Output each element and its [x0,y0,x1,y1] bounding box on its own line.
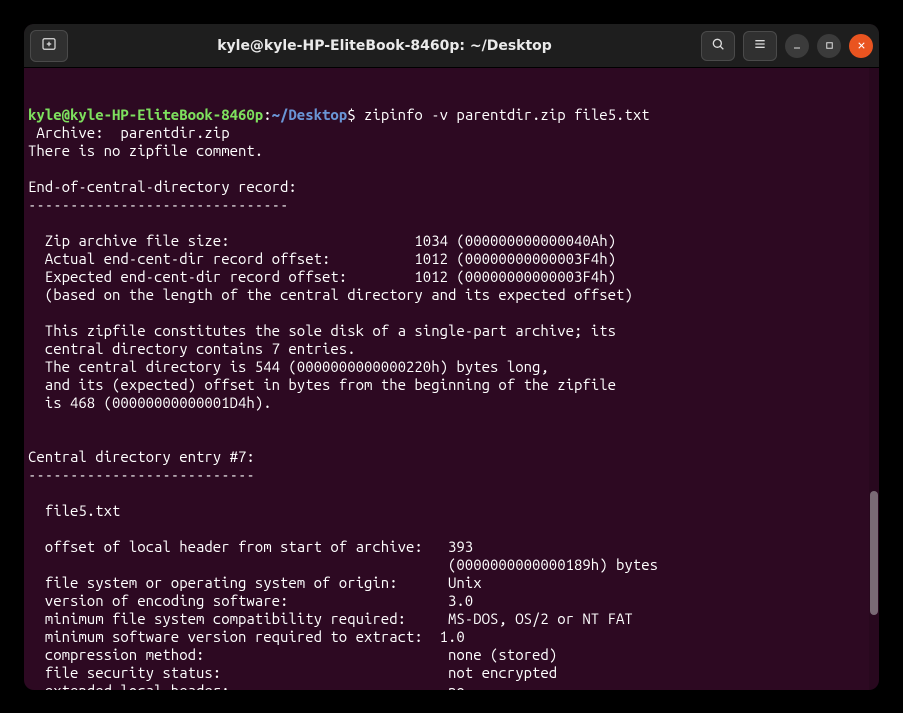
output-line [28,484,875,502]
output-line: Expected end-cent-dir record offset: 101… [28,268,875,286]
command-text: zipinfo -v parentdir.zip file5.txt [356,106,650,123]
menu-button[interactable] [743,31,777,61]
titlebar-left [30,30,68,62]
output-line [28,520,875,538]
search-icon [710,36,726,56]
close-button[interactable] [849,34,873,58]
search-button[interactable] [701,31,735,61]
maximize-icon [824,36,835,55]
terminal-viewport[interactable]: kyle@kyle-HP-EliteBook-8460p:~/Desktop$ … [24,68,879,690]
output-line: Actual end-cent-dir record offset: 1012 … [28,250,875,268]
output-line: central directory contains 7 entries. [28,340,875,358]
prompt-user-host: kyle@kyle-HP-EliteBook-8460p [28,106,263,123]
terminal-content: kyle@kyle-HP-EliteBook-8460p:~/Desktop$ … [28,106,875,690]
output-line: version of encoding software: 3.0 [28,592,875,610]
hamburger-icon [752,36,768,56]
close-icon [856,36,867,55]
output-line: minimum file system compatibility requir… [28,610,875,628]
minimize-icon [791,36,803,55]
output-line: --------------------------- [28,466,875,484]
output-line: file5.txt [28,502,875,520]
output-line: This zipfile constitutes the sole disk o… [28,322,875,340]
output-line [28,304,875,322]
output-line: is 468 (00000000000001D4h). [28,394,875,412]
output-line: compression method: none (stored) [28,646,875,664]
output-line: file system or operating system of origi… [28,574,875,592]
titlebar-right [701,31,873,61]
prompt-colon: : [263,106,271,123]
output-line [28,412,875,430]
output-line: End-of-central-directory record: [28,178,875,196]
minimize-button[interactable] [785,34,809,58]
output-line: Central directory entry #7: [28,448,875,466]
output-line: offset of local header from start of arc… [28,538,875,556]
output-line: Zip archive file size: 1034 (00000000000… [28,232,875,250]
output-line [28,430,875,448]
titlebar: kyle@kyle-HP-EliteBook-8460p: ~/Desktop [24,24,879,68]
output-line: Archive: parentdir.zip [28,124,875,142]
output-line [28,214,875,232]
output-line: and its (expected) offset in bytes from … [28,376,875,394]
maximize-button[interactable] [817,34,841,58]
scrollbar-track[interactable] [869,68,879,690]
output-line: ------------------------------- [28,196,875,214]
terminal-window: kyle@kyle-HP-EliteBook-8460p: ~/Desktop [24,24,879,690]
prompt-dollar: $ [347,106,355,123]
new-tab-button[interactable] [30,30,68,62]
scrollbar-thumb[interactable] [870,491,878,615]
output-line: (0000000000000189h) bytes [28,556,875,574]
output-line [28,160,875,178]
output-line: minimum software version required to ext… [28,628,875,646]
window-title: kyle@kyle-HP-EliteBook-8460p: ~/Desktop [68,38,701,54]
prompt-path: ~/Desktop [272,106,348,123]
output-line: There is no zipfile comment. [28,142,875,160]
output-line: extended local header: no [28,682,875,690]
prompt-line: kyle@kyle-HP-EliteBook-8460p:~/Desktop$ … [28,106,875,124]
output-line: (based on the length of the central dire… [28,286,875,304]
new-tab-icon [40,35,58,57]
output-line: The central directory is 544 (0000000000… [28,358,875,376]
output-line: file security status: not encrypted [28,664,875,682]
